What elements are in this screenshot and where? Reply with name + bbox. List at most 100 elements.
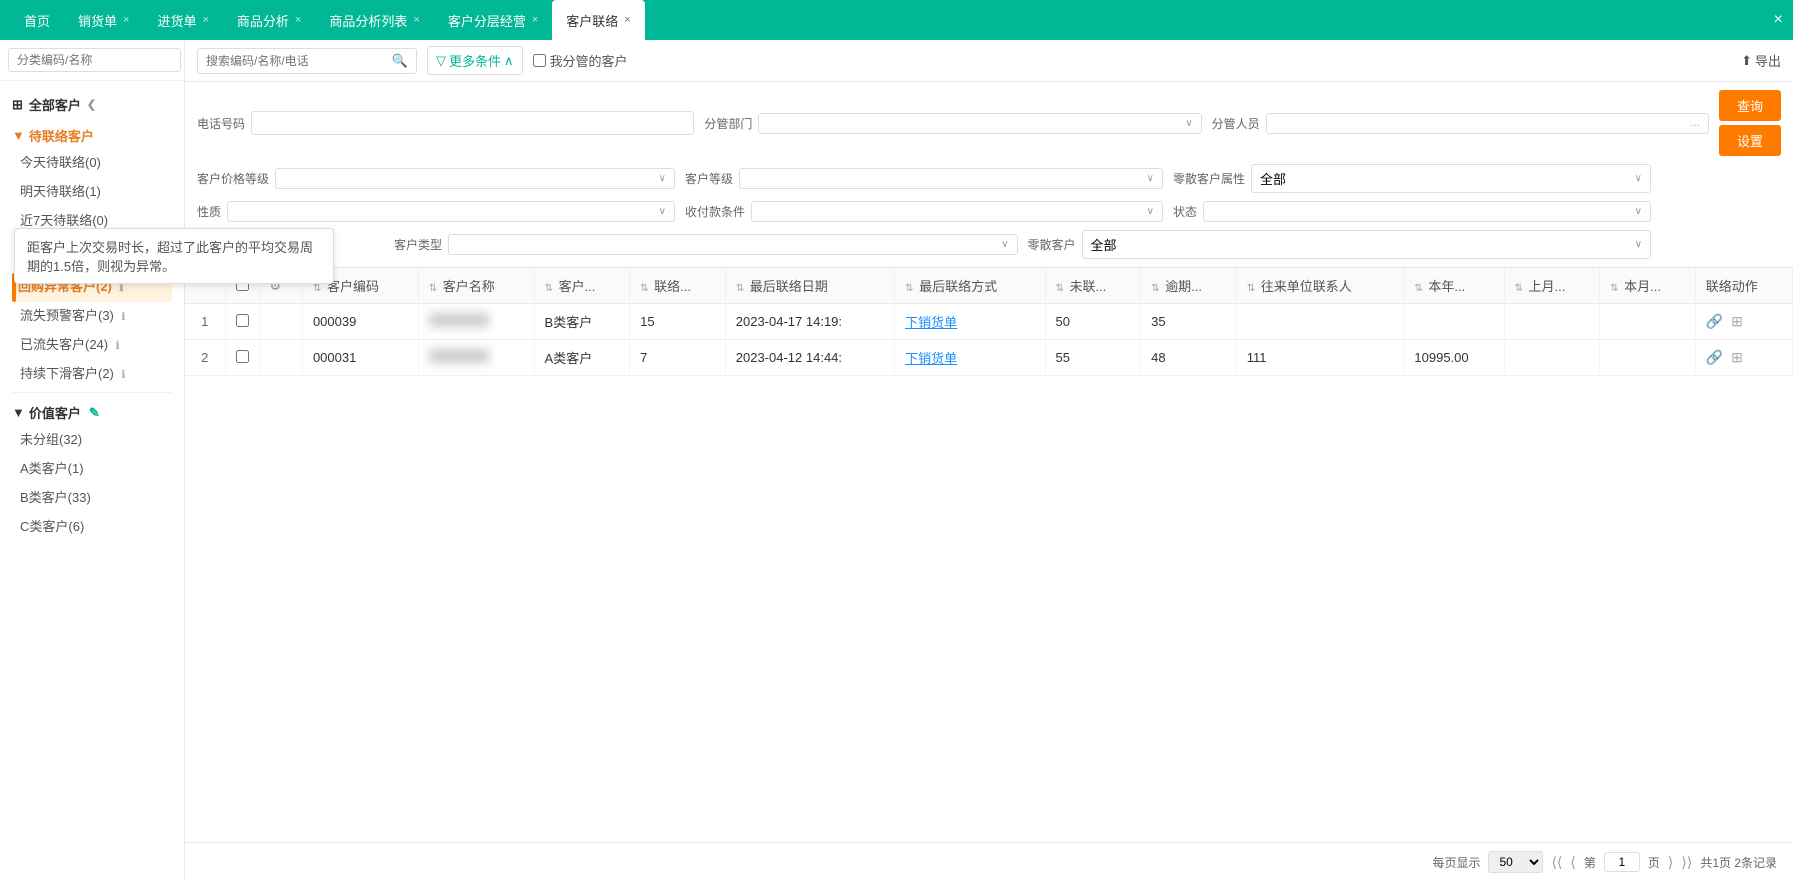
nav-customer-contact[interactable]: 客户联络 × bbox=[552, 0, 644, 40]
col-unit-contact[interactable]: ⇅ 往来单位联系人 bbox=[1236, 268, 1404, 304]
gender-select[interactable]: ∨ bbox=[227, 201, 675, 222]
retail-attr-label: 零散客户属性 bbox=[1173, 170, 1245, 187]
person-select[interactable]: … bbox=[1266, 113, 1709, 134]
retail-customer-select[interactable]: 全部 ∨ bbox=[1082, 230, 1651, 259]
filter-bar: 🔍 ▽ 更多条件 ∧ 我分管的客户 ⬆ 导出 bbox=[185, 40, 1793, 82]
last-page-btn[interactable]: ⟩⟩ bbox=[1681, 854, 1692, 871]
settings-button[interactable]: 设置 bbox=[1719, 125, 1781, 156]
retail-attr-select[interactable]: 全部 ∨ bbox=[1251, 164, 1651, 193]
last-method-link[interactable]: 下销货单 bbox=[905, 351, 957, 366]
nav-product-analysis[interactable]: 商品分析 × bbox=[223, 0, 315, 40]
filter-dept: 分管部门 ∨ bbox=[704, 113, 1201, 134]
nav-customer-mgmt[interactable]: 客户分层经营 × bbox=[434, 0, 552, 40]
filter-row-1: 电话号码 分管部门 ∨ 分管人员 … bbox=[197, 90, 1781, 156]
person-dropdown-icon: … bbox=[1690, 118, 1700, 129]
col-overdue[interactable]: ⇅ 逾期... bbox=[1141, 268, 1237, 304]
nav-sales[interactable]: 销货单 × bbox=[64, 0, 143, 40]
row-name bbox=[418, 340, 534, 376]
filter-person: 分管人员 … bbox=[1212, 113, 1709, 134]
first-page-btn[interactable]: ⟨⟨ bbox=[1551, 854, 1562, 871]
sidebar-class-a[interactable]: A类客户(1) bbox=[12, 455, 172, 484]
sidebar-unclassified[interactable]: 未分组(32) bbox=[12, 426, 172, 455]
row-checkbox[interactable] bbox=[236, 350, 249, 363]
phone-input[interactable] bbox=[251, 111, 694, 135]
sort-icon-last-date: ⇅ bbox=[736, 283, 744, 294]
sidebar-today-pending[interactable]: 今天待联络(0) bbox=[12, 149, 172, 178]
price-grade-select[interactable]: ∨ bbox=[275, 168, 675, 189]
action-grid-icon[interactable]: ⊞ bbox=[1731, 313, 1743, 330]
nav-customer-contact-close[interactable]: × bbox=[624, 14, 630, 26]
nav-product-analysis-close[interactable]: × bbox=[295, 14, 301, 26]
sidebar-tomorrow-pending[interactable]: 明天待联络(1) bbox=[12, 178, 172, 207]
sort-icon-not-contacted: ⇅ bbox=[1056, 283, 1064, 294]
more-conditions-btn[interactable]: ▽ 更多条件 ∧ bbox=[427, 46, 523, 75]
col-not-contacted[interactable]: ⇅ 未联... bbox=[1045, 268, 1141, 304]
nav-home[interactable]: 首页 bbox=[10, 0, 64, 40]
my-customers-label: 我分管的客户 bbox=[550, 51, 628, 70]
col-this-month[interactable]: ⇅ 本月... bbox=[1600, 268, 1696, 304]
col-last-date[interactable]: ⇅ 最后联络日期 bbox=[725, 268, 894, 304]
col-category[interactable]: ⇅ 客户... bbox=[534, 268, 630, 304]
nav-purchase[interactable]: 进货单 × bbox=[143, 0, 222, 40]
row-contact: 7 bbox=[630, 340, 726, 376]
search-icon[interactable]: 🔍 bbox=[392, 53, 408, 69]
sidebar-class-c[interactable]: C类客户(6) bbox=[12, 513, 172, 542]
dept-select[interactable]: ∨ bbox=[758, 113, 1201, 134]
customer-type-label: 客户类型 bbox=[394, 236, 442, 253]
row-last-method: 下销货单 bbox=[895, 304, 1045, 340]
sidebar-lost-preview[interactable]: 流失预警客户(3) ℹ bbox=[12, 302, 172, 331]
value-edit-icon[interactable]: ✎ bbox=[89, 405, 100, 421]
status-select[interactable]: ∨ bbox=[1203, 201, 1651, 222]
last-method-link[interactable]: 下销货单 bbox=[905, 315, 957, 330]
export-button[interactable]: ⬆ 导出 bbox=[1741, 51, 1781, 70]
sidebar-search-input[interactable] bbox=[8, 48, 181, 72]
prev-page-btn[interactable]: ⟨ bbox=[1570, 854, 1575, 871]
col-last-method[interactable]: ⇅ 最后联络方式 bbox=[895, 268, 1045, 304]
status-dropdown-icon: ∨ bbox=[1635, 206, 1642, 217]
payment-select[interactable]: ∨ bbox=[751, 201, 1163, 222]
nav-sales-close[interactable]: × bbox=[123, 14, 129, 26]
query-button[interactable]: 查询 bbox=[1719, 90, 1781, 121]
row-last-month bbox=[1504, 304, 1600, 340]
col-last-month[interactable]: ⇅ 上月... bbox=[1504, 268, 1600, 304]
filter-status: 状态 ∨ bbox=[1173, 201, 1651, 222]
page-input[interactable] bbox=[1604, 852, 1640, 872]
nav-customer-mgmt-close[interactable]: × bbox=[532, 14, 538, 26]
triangle-icon-2: ▼ bbox=[12, 405, 25, 420]
tooltip-box: 距客户上次交易时长，超过了此客户的平均交易周期的1.5倍，则视为异常。 bbox=[14, 228, 334, 284]
next-page-btn[interactable]: ⟩ bbox=[1668, 854, 1673, 871]
already-lost-info-icon: ℹ bbox=[115, 340, 119, 352]
nav-purchase-close[interactable]: × bbox=[202, 14, 208, 26]
nav-product-list[interactable]: 商品分析列表 × bbox=[315, 0, 433, 40]
sort-icon-name: ⇅ bbox=[429, 283, 437, 294]
action-link-icon[interactable]: 🔗 bbox=[1706, 349, 1723, 366]
row-checkbox[interactable] bbox=[236, 314, 249, 327]
retail-customer-label: 零散客户 bbox=[1028, 236, 1076, 253]
sidebar-continuous-down[interactable]: 持续下滑客户(2) ℹ bbox=[12, 360, 172, 389]
sort-icon-this-year: ⇅ bbox=[1414, 283, 1422, 294]
main-search-input[interactable] bbox=[206, 54, 392, 68]
col-contact[interactable]: ⇅ 联络... bbox=[630, 268, 726, 304]
col-name[interactable]: ⇅ 客户名称 bbox=[418, 268, 534, 304]
export-icon: ⬆ bbox=[1741, 53, 1752, 69]
row-overdue: 35 bbox=[1141, 304, 1237, 340]
action-link-icon[interactable]: 🔗 bbox=[1706, 313, 1723, 330]
col-this-year[interactable]: ⇅ 本年... bbox=[1404, 268, 1504, 304]
nav-product-list-close[interactable]: × bbox=[413, 14, 419, 26]
customer-type-select[interactable]: ∨ bbox=[448, 234, 1017, 255]
row-last-method: 下销货单 bbox=[895, 340, 1045, 376]
customer-grade-select[interactable]: ∨ bbox=[739, 168, 1163, 189]
top-close-button[interactable]: × bbox=[1774, 11, 1783, 29]
per-page-select[interactable]: 50 20 100 bbox=[1488, 851, 1543, 873]
action-grid-icon[interactable]: ⊞ bbox=[1731, 349, 1743, 366]
filter-row-3: 性质 ∨ 收付款条件 ∨ 状态 bbox=[197, 201, 1781, 222]
sidebar-collapse-icon[interactable]: ❮ bbox=[87, 98, 96, 111]
my-customers-checkbox[interactable] bbox=[533, 54, 546, 67]
filter-row-4: ... 客户类型 ∨ 零散客户 全部 ∨ bbox=[197, 230, 1781, 259]
sidebar-all-customers-title[interactable]: ⊞ 全部客户 ❮ bbox=[12, 89, 172, 120]
customer-type-dropdown-icon: ∨ bbox=[1001, 239, 1008, 250]
sidebar-class-b[interactable]: B类客户(33) bbox=[12, 484, 172, 513]
retail-attr-dropdown-icon: ∨ bbox=[1635, 173, 1642, 184]
sidebar-pending-title[interactable]: ▼ 待联络客户 bbox=[12, 120, 172, 149]
sidebar-already-lost[interactable]: 已流失客户(24) ℹ bbox=[12, 331, 172, 360]
